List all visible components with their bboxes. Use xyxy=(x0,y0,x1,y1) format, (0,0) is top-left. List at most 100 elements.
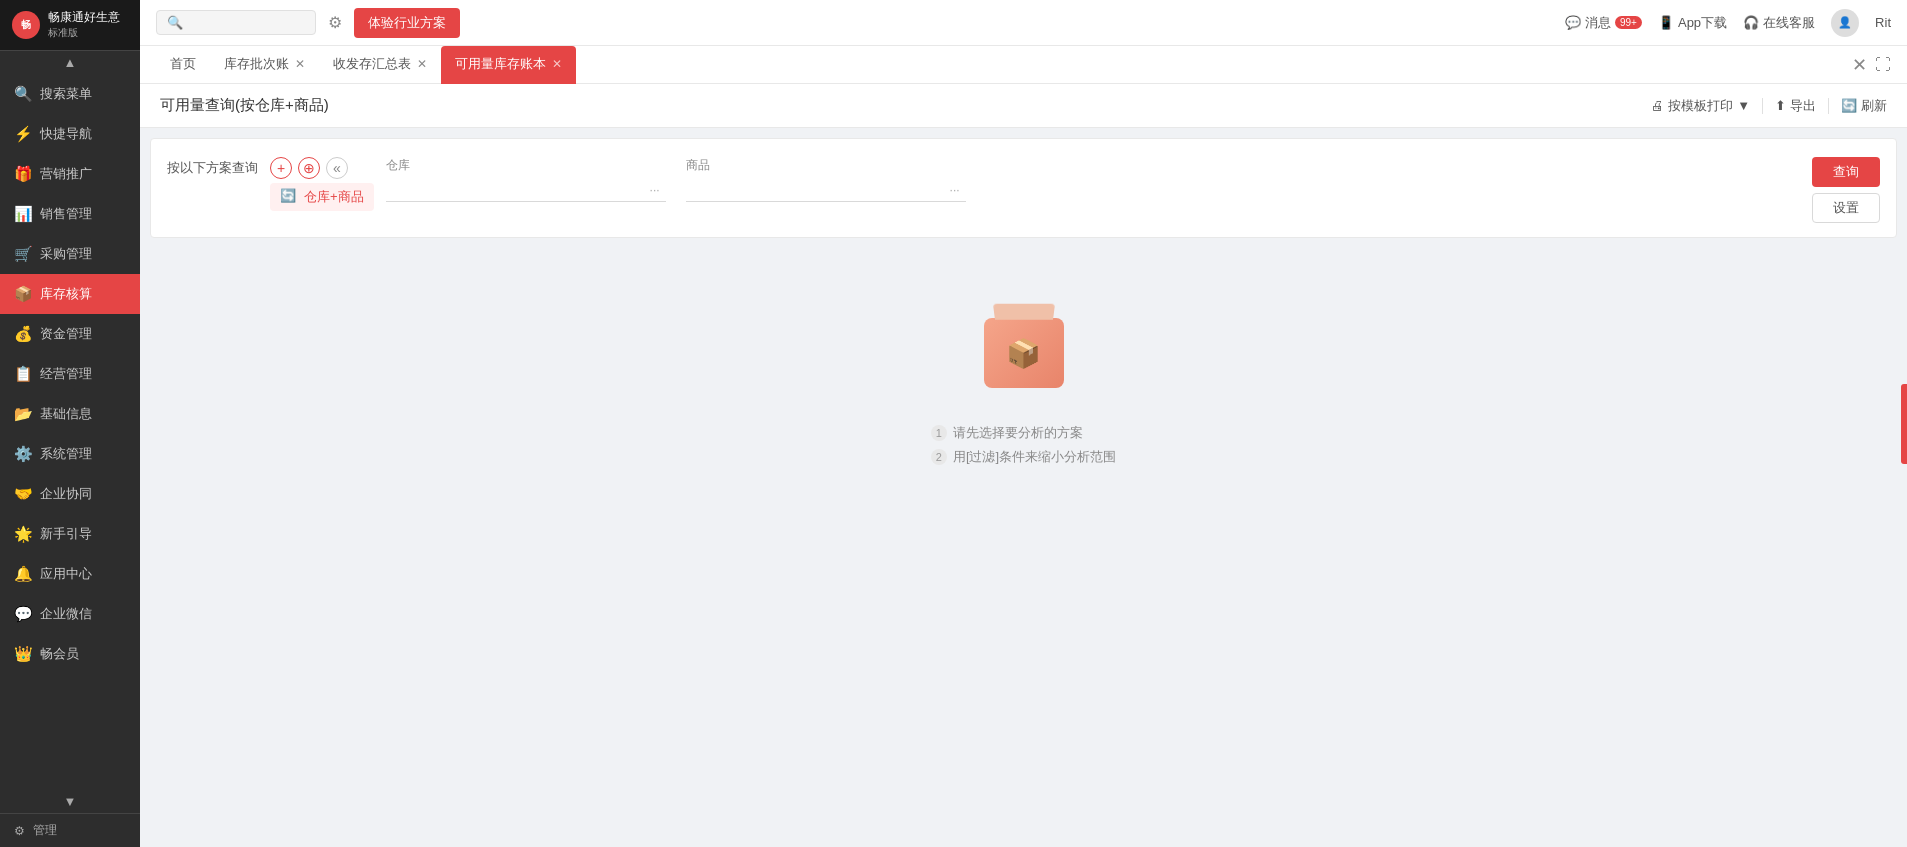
sidebar-header: 畅 畅康通好生意 标准版 xyxy=(0,0,140,51)
hint-1-number: 1 xyxy=(931,425,947,441)
scheme-item-label: 仓库+商品 xyxy=(304,188,364,206)
sidebar-scroll-up[interactable]: ▲ xyxy=(0,51,140,74)
sidebar-item-search[interactable]: 🔍 搜索菜单 xyxy=(0,74,140,114)
tab-batch-label: 库存批次账 xyxy=(224,55,289,73)
sidebar-icon-enterprise: 🤝 xyxy=(14,485,32,503)
sidebar-label-inventory: 库存核算 xyxy=(40,285,92,303)
sidebar-icon-search: 🔍 xyxy=(14,85,32,103)
page-header: 可用量查询(按仓库+商品) 🖨 按模板打印 ▼ ⬆ 导出 🔄 刷新 xyxy=(140,84,1907,128)
sidebar-label-purchase: 采购管理 xyxy=(40,245,92,263)
sidebar-label-marketing: 营销推广 xyxy=(40,165,92,183)
action-divider-1 xyxy=(1762,98,1763,114)
sidebar-brand: 畅康通好生意 标准版 xyxy=(48,10,120,40)
tab-home[interactable]: 首页 xyxy=(156,46,210,84)
sidebar-item-shortcut[interactable]: ⚡ 快捷导航 xyxy=(0,114,140,154)
warehouse-field-input-container[interactable]: ··· xyxy=(386,178,666,202)
filter-settings-button[interactable]: 设置 xyxy=(1812,193,1880,223)
sidebar-label-member: 畅会员 xyxy=(40,645,79,663)
sidebar-scroll-down[interactable]: ▼ xyxy=(0,790,140,813)
tab-summary-close[interactable]: ✕ xyxy=(417,57,427,71)
sidebar-item-marketing[interactable]: 🎁 营销推广 xyxy=(0,154,140,194)
empty-hint-1: 1 请先选择要分析的方案 xyxy=(931,424,1116,442)
sidebar-item-enterprise[interactable]: 🤝 企业协同 xyxy=(0,474,140,514)
sidebar-item-system[interactable]: ⚙️ 系统管理 xyxy=(0,434,140,474)
search-icon: 🔍 xyxy=(167,15,183,30)
product-input[interactable] xyxy=(692,182,944,197)
warehouse-input[interactable] xyxy=(392,182,644,197)
sidebar-icon-shortcut: ⚡ xyxy=(14,125,32,143)
scheme-item-warehouse-product[interactable]: 🔄 仓库+商品 xyxy=(270,183,374,211)
topbar: 🔍 ⚙ 体验行业方案 💬 消息 99+ 📱 App下载 🎧 在线客服 👤 Rit xyxy=(140,0,1907,46)
sidebar-icon-purchase: 🛒 xyxy=(14,245,32,263)
topbar-right: 💬 消息 99+ 📱 App下载 🎧 在线客服 👤 Rit xyxy=(1565,9,1891,37)
topbar-search-container[interactable]: 🔍 xyxy=(156,10,316,35)
tabbar-actions: ✕ ⛶ xyxy=(1852,54,1891,76)
message-icon: 💬 xyxy=(1565,15,1581,30)
empty-box-icon: 📦 xyxy=(984,318,1064,388)
sidebar-label-wechat: 企业微信 xyxy=(40,605,92,623)
filter-area: 按以下方案查询 + ⊕ « 🔄 仓库+商品 仓库 ··· xyxy=(150,138,1897,238)
page-header-actions: 🖨 按模板打印 ▼ ⬆ 导出 🔄 刷新 xyxy=(1651,97,1887,115)
filter-right-actions: 查询 设置 xyxy=(1812,153,1880,223)
avatar-placeholder: 👤 xyxy=(1838,16,1852,29)
print-template-label: 按模板打印 xyxy=(1668,97,1733,115)
action-divider-2 xyxy=(1828,98,1829,114)
scheme-settings-button[interactable]: ⊕ xyxy=(298,157,320,179)
sidebar-item-appstore[interactable]: 🔔 应用中心 xyxy=(0,554,140,594)
sidebar-item-finance[interactable]: 💰 资金管理 xyxy=(0,314,140,354)
message-badge: 99+ xyxy=(1615,16,1642,29)
sidebar-icon-operations: 📋 xyxy=(14,365,32,383)
warehouse-more-icon[interactable]: ··· xyxy=(650,183,660,197)
tabbar-close-all-icon[interactable]: ✕ xyxy=(1852,54,1867,76)
topbar-search-input[interactable] xyxy=(189,16,289,30)
sidebar-item-operations[interactable]: 📋 经营管理 xyxy=(0,354,140,394)
topbar-gear-icon[interactable]: ⚙ xyxy=(328,13,342,32)
product-more-icon[interactable]: ··· xyxy=(950,183,960,197)
sidebar-item-onboarding[interactable]: 🌟 新手引导 xyxy=(0,514,140,554)
online-service-label: 在线客服 xyxy=(1763,14,1815,32)
print-icon: 🖨 xyxy=(1651,98,1664,113)
product-field-input-container[interactable]: ··· xyxy=(686,178,966,202)
refresh-button[interactable]: 🔄 刷新 xyxy=(1841,97,1887,115)
online-service-button[interactable]: 🎧 在线客服 xyxy=(1743,14,1815,32)
page-content: 可用量查询(按仓库+商品) 🖨 按模板打印 ▼ ⬆ 导出 🔄 刷新 xyxy=(140,84,1907,847)
sidebar-item-sales[interactable]: 📊 销售管理 xyxy=(0,194,140,234)
tab-batch[interactable]: 库存批次账 ✕ xyxy=(210,46,319,84)
tab-batch-close[interactable]: ✕ xyxy=(295,57,305,71)
user-avatar[interactable]: 👤 xyxy=(1831,9,1859,37)
export-label: 导出 xyxy=(1790,97,1816,115)
sidebar-icon-basic: 📂 xyxy=(14,405,32,423)
sidebar-item-purchase[interactable]: 🛒 采购管理 xyxy=(0,234,140,274)
sidebar-icon-wechat: 💬 xyxy=(14,605,32,623)
app-download-button[interactable]: 📱 App下载 xyxy=(1658,14,1727,32)
sidebar-item-member[interactable]: 👑 畅会员 xyxy=(0,634,140,674)
tabbar-expand-icon[interactable]: ⛶ xyxy=(1875,56,1891,74)
sidebar-item-wechat[interactable]: 💬 企业微信 xyxy=(0,594,140,634)
tab-summary[interactable]: 收发存汇总表 ✕ xyxy=(319,46,441,84)
export-icon: ⬆ xyxy=(1775,98,1786,113)
sidebar-item-basic[interactable]: 📂 基础信息 xyxy=(0,394,140,434)
app-download-icon: 📱 xyxy=(1658,15,1674,30)
tab-available-close[interactable]: ✕ xyxy=(552,57,562,71)
scheme-item-icon: 🔄 xyxy=(280,188,298,206)
tab-available[interactable]: 可用量库存账本 ✕ xyxy=(441,46,576,84)
scheme-add-button[interactable]: + xyxy=(270,157,292,179)
message-label: 消息 xyxy=(1585,14,1611,32)
sidebar-label-system: 系统管理 xyxy=(40,445,92,463)
online-service-icon: 🎧 xyxy=(1743,15,1759,30)
sidebar-bottom: ⚙ 管理 xyxy=(0,813,140,847)
print-template-button[interactable]: 🖨 按模板打印 ▼ xyxy=(1651,97,1750,115)
query-button[interactable]: 查询 xyxy=(1812,157,1880,187)
sidebar-label-operations: 经营管理 xyxy=(40,365,92,383)
trial-button[interactable]: 体验行业方案 xyxy=(354,8,460,38)
right-scroll-indicator[interactable] xyxy=(1901,384,1907,464)
message-button[interactable]: 💬 消息 99+ xyxy=(1565,14,1642,32)
sidebar-item-inventory[interactable]: 📦 库存核算 xyxy=(0,274,140,314)
export-button[interactable]: ⬆ 导出 xyxy=(1775,97,1816,115)
hint-2-number: 2 xyxy=(931,449,947,465)
filter-scheme-actions: + ⊕ « xyxy=(270,157,374,179)
print-dropdown-icon[interactable]: ▼ xyxy=(1737,98,1750,113)
scheme-collapse-button[interactable]: « xyxy=(326,157,348,179)
sidebar-icon-finance: 💰 xyxy=(14,325,32,343)
empty-illustration: 📦 xyxy=(964,308,1084,408)
